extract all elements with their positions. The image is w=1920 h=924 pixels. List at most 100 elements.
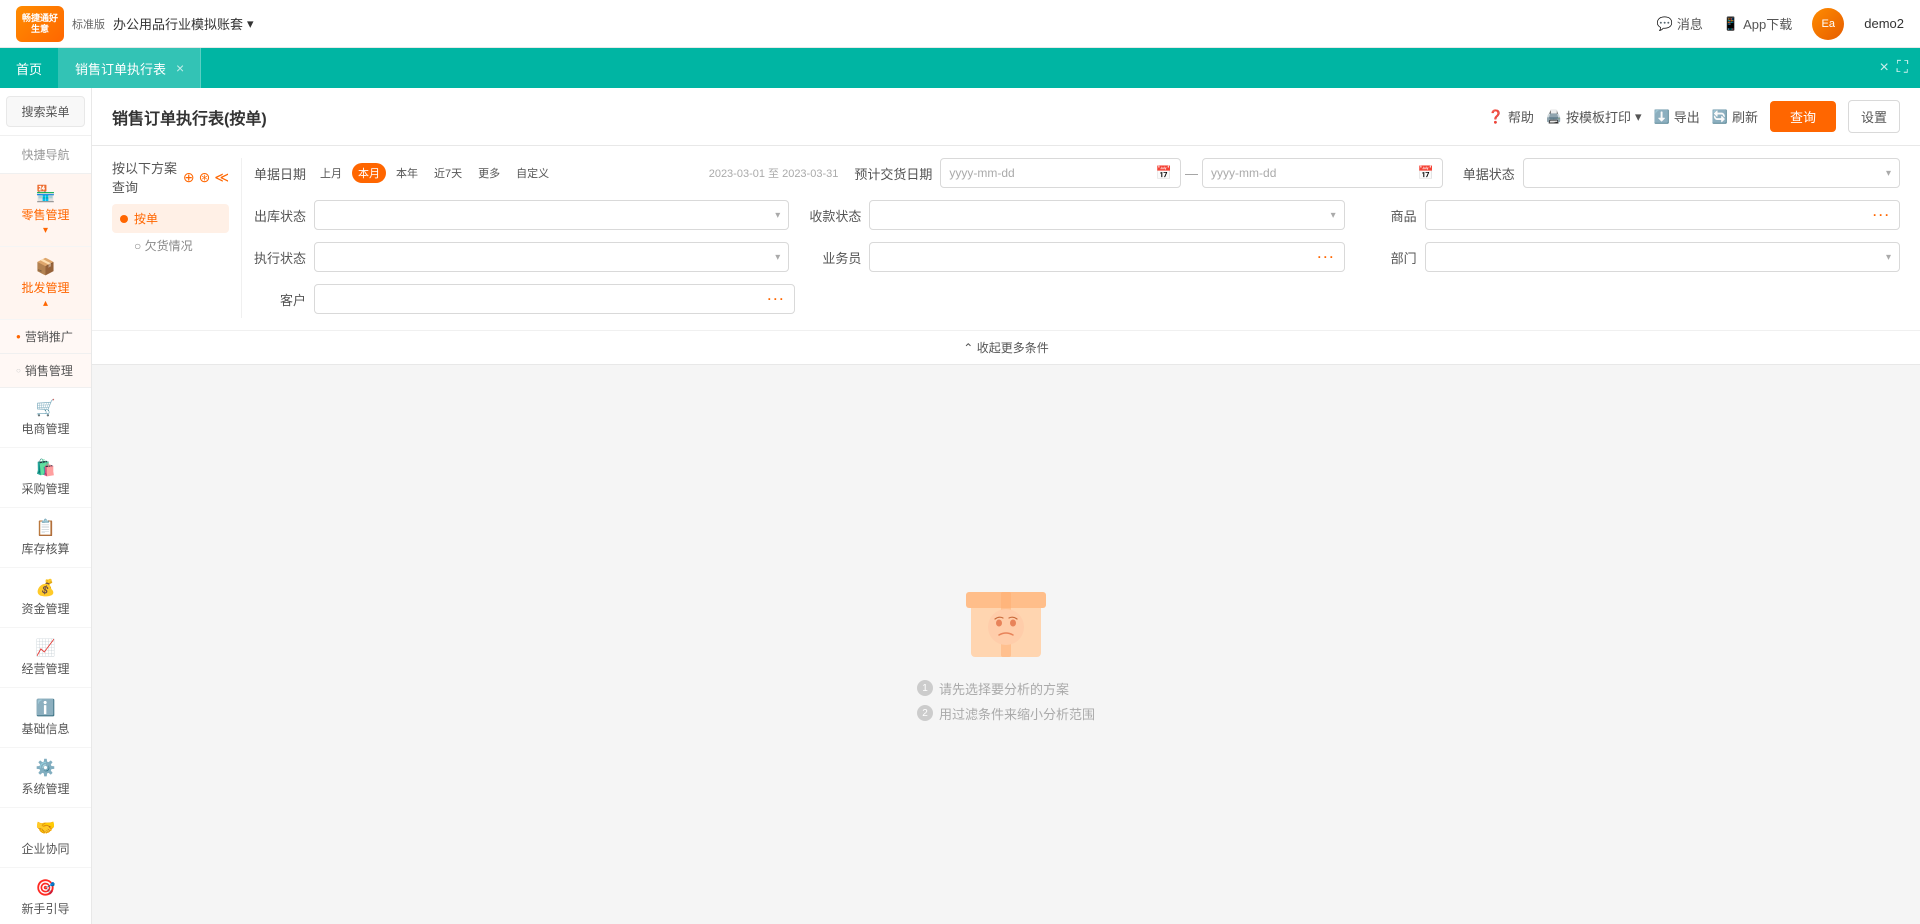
filter-group-expected-date: 预计交货日期 yyyy-mm-dd 📅 — yyyy-mm-dd 📅 bbox=[854, 158, 1442, 188]
expected-date-end-input[interactable]: yyyy-mm-dd 📅 bbox=[1202, 158, 1443, 188]
preset-custom[interactable]: 自定义 bbox=[510, 163, 555, 183]
doc-status-chevron-icon bbox=[1886, 168, 1891, 179]
empty-tip-1: 1 请先选择要分析的方案 bbox=[917, 679, 1095, 698]
refresh-label: 刷新 bbox=[1732, 107, 1758, 126]
filter-panel: 按以下方案查询 ⊕ ⊛ ≪ 按单 ○ 欠货情况 bbox=[92, 146, 1920, 365]
goods-more-icon[interactable]: ··· bbox=[1873, 208, 1891, 222]
settings-plan-icon[interactable]: ⊛ bbox=[199, 169, 211, 186]
preset-this-year[interactable]: 本年 bbox=[390, 163, 424, 183]
empty-tips-list: 1 请先选择要分析的方案 2 用过滤条件来缩小分析范围 bbox=[917, 679, 1095, 723]
salesperson-more-icon[interactable]: ··· bbox=[1318, 250, 1336, 264]
tab-window-controls: × ⛶ bbox=[1867, 48, 1920, 88]
goods-select[interactable]: ··· bbox=[1425, 200, 1900, 230]
user-avatar[interactable]: Ea bbox=[1812, 8, 1844, 40]
collapse-filters-button[interactable]: ⌃ 收起更多条件 bbox=[92, 330, 1920, 364]
department-select[interactable] bbox=[1425, 242, 1900, 272]
tab-spacer bbox=[201, 48, 1867, 88]
query-button[interactable]: 查询 bbox=[1770, 101, 1836, 132]
sidebar-quick-nav: 快捷导航 bbox=[0, 136, 91, 174]
system-icon: ⚙️ bbox=[36, 758, 56, 778]
collapse-plan-icon[interactable]: ≪ bbox=[214, 169, 229, 186]
export-button[interactable]: ⬇️ 导出 bbox=[1654, 107, 1700, 126]
message-button[interactable]: 💬 消息 bbox=[1657, 14, 1703, 33]
date-label: 单据日期 bbox=[250, 164, 306, 183]
sidebar-item-finance[interactable]: 💰 资金管理 bbox=[0, 568, 91, 628]
preset-more[interactable]: 更多 bbox=[472, 163, 506, 183]
tip-text-1: 请先选择要分析的方案 bbox=[939, 679, 1069, 698]
sidebar-item-sales-mgmt[interactable]: ○ 销售管理 bbox=[0, 354, 91, 388]
sidebar-item-finance-label: 资金管理 bbox=[21, 600, 69, 617]
settings-button[interactable]: 设置 bbox=[1848, 100, 1900, 133]
retail-icon: 🏪 bbox=[36, 184, 56, 204]
sidebar-item-inventory[interactable]: 📋 库存核算 bbox=[0, 508, 91, 568]
brand-logo: 畅捷通好生意 bbox=[16, 6, 64, 42]
sidebar-item-marketing[interactable]: ● 营销推广 bbox=[0, 320, 91, 354]
app-download-button[interactable]: 📱 App下载 bbox=[1723, 14, 1792, 33]
sidebar-item-ecommerce[interactable]: 🛒 电商管理 bbox=[0, 388, 91, 448]
refresh-icon: 🔄 bbox=[1712, 109, 1728, 125]
empty-illustration bbox=[956, 567, 1056, 667]
customer-select[interactable]: ··· bbox=[314, 284, 795, 314]
page-header-actions: ❓ 帮助 🖨️ 按模板打印 ▾ ⬇️ 导出 🔄 刷新 查询 设置 bbox=[1488, 100, 1900, 133]
industry-selector[interactable]: 办公用品行业模拟账套 ▾ bbox=[113, 14, 254, 33]
filter-group-customer: 客户 ··· bbox=[250, 284, 795, 314]
template-print-button[interactable]: 🖨️ 按模板打印 ▾ bbox=[1546, 107, 1642, 126]
tip-number-2: 2 bbox=[917, 705, 933, 721]
date-end-icon: 📅 bbox=[1418, 165, 1434, 181]
sidebar-item-system[interactable]: ⚙️ 系统管理 bbox=[0, 748, 91, 808]
sidebar-item-purchase[interactable]: 🛍️ 采购管理 bbox=[0, 448, 91, 508]
preset-this-month[interactable]: 本月 bbox=[352, 163, 386, 183]
expected-date-start-input[interactable]: yyyy-mm-dd 📅 bbox=[940, 158, 1181, 188]
tab-sales-exec[interactable]: 销售订单执行表 × bbox=[59, 48, 201, 88]
outbound-status-select[interactable] bbox=[314, 200, 789, 230]
page-header: 销售订单执行表(按单) ❓ 帮助 🖨️ 按模板打印 ▾ ⬇️ 导出 🔄 刷新 bbox=[92, 88, 1920, 146]
sidebar-item-wholesale-label: 批发管理 bbox=[21, 279, 69, 296]
date-range-display: 2023-03-01 至 2023-03-31 bbox=[709, 165, 839, 181]
filter-form: 单据日期 上月 本月 本年 近7天 更多 自定义 bbox=[250, 158, 1900, 318]
quick-nav-label[interactable]: 快捷导航 bbox=[6, 142, 85, 167]
window-close-button[interactable]: × bbox=[1879, 59, 1888, 77]
plan-item-by-doc[interactable]: 按单 bbox=[112, 204, 229, 233]
user-name[interactable]: demo2 bbox=[1864, 16, 1904, 31]
refresh-button[interactable]: 🔄 刷新 bbox=[1712, 107, 1758, 126]
customer-more-icon[interactable]: ··· bbox=[768, 292, 786, 306]
sidebar-item-sales-label: 销售管理 bbox=[25, 362, 73, 379]
tab-sales-exec-label: 销售订单执行表 bbox=[75, 59, 166, 78]
department-chevron-icon bbox=[1886, 252, 1891, 263]
filter-group-salesperson: 业务员 ··· bbox=[805, 242, 1344, 272]
sidebar-item-enterprise-collab-label: 企业协同 bbox=[21, 840, 69, 857]
top-nav-left: 畅捷通好生意 标准版 办公用品行业模拟账套 ▾ bbox=[16, 6, 254, 42]
brand-name: 标准版 bbox=[72, 16, 105, 32]
sidebar-item-basic-info[interactable]: ℹ️ 基础信息 bbox=[0, 688, 91, 748]
app-download-label: App下载 bbox=[1743, 14, 1792, 33]
add-plan-icon[interactable]: ⊕ bbox=[183, 169, 195, 186]
sidebar-item-beginner-guide[interactable]: 🎯 新手引导 bbox=[0, 868, 91, 924]
inventory-icon: 📋 bbox=[36, 518, 56, 538]
salesperson-select[interactable]: ··· bbox=[869, 242, 1344, 272]
collection-status-select[interactable] bbox=[869, 200, 1344, 230]
sidebar-item-retail[interactable]: 🏪 零售管理 ▾ bbox=[0, 174, 91, 247]
exec-status-select[interactable] bbox=[314, 242, 789, 272]
sidebar-item-inventory-label: 库存核算 bbox=[21, 540, 69, 557]
preset-last-7days[interactable]: 近7天 bbox=[428, 163, 468, 183]
window-maximize-button[interactable]: ⛶ bbox=[1897, 59, 1908, 77]
filter-panel-inner: 按以下方案查询 ⊕ ⊛ ≪ 按单 ○ 欠货情况 bbox=[92, 146, 1920, 330]
help-label: 帮助 bbox=[1508, 107, 1534, 126]
sidebar-item-wholesale[interactable]: 📦 批发管理 ▴ bbox=[0, 247, 91, 320]
date-start-icon: 📅 bbox=[1156, 165, 1172, 181]
preset-last-month[interactable]: 上月 bbox=[314, 163, 348, 183]
plan-subitem-shortage[interactable]: ○ 欠货情况 bbox=[112, 233, 229, 258]
help-button[interactable]: ❓ 帮助 bbox=[1488, 107, 1534, 126]
sidebar-search-button[interactable]: 搜索菜单 bbox=[6, 96, 85, 127]
tab-close-icon[interactable]: × bbox=[176, 60, 184, 76]
sidebar-item-enterprise-collab[interactable]: 🤝 企业协同 bbox=[0, 808, 91, 868]
tab-home[interactable]: 首页 bbox=[0, 48, 59, 88]
collection-status-label: 收款状态 bbox=[805, 206, 861, 225]
filter-row-4: 客户 ··· bbox=[250, 284, 1900, 314]
sales-mgmt-bullet: ○ bbox=[16, 366, 21, 375]
sidebar-item-operations[interactable]: 📈 经营管理 bbox=[0, 628, 91, 688]
wholesale-icon: 📦 bbox=[36, 257, 56, 277]
sidebar-item-marketing-label: 营销推广 bbox=[25, 328, 73, 345]
doc-status-select[interactable] bbox=[1523, 158, 1900, 188]
filter-row-1: 单据日期 上月 本月 本年 近7天 更多 自定义 bbox=[250, 158, 1900, 188]
